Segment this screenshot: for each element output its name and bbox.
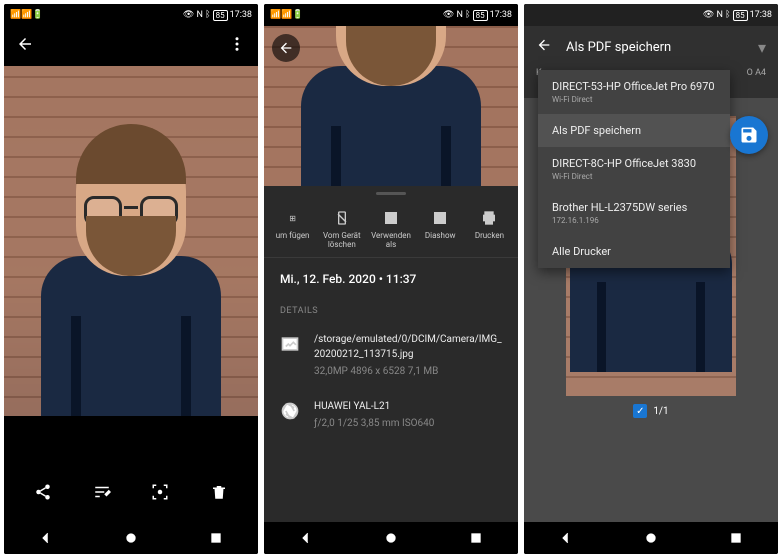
photo-cropped [264, 26, 518, 186]
nav-back-icon[interactable] [298, 530, 314, 546]
phone-photo-viewer: 📶📶🔋 👁 N ᛒ8517:38 [4, 4, 258, 554]
printer-option-all[interactable]: Alle Drucker [538, 235, 730, 268]
phone-print-dialog: 👁 N ᛒ8517:38 Als PDF speichern ▾ KopO A4… [524, 4, 778, 554]
navigation-bar [264, 522, 518, 554]
nav-back-icon[interactable] [38, 530, 54, 546]
share-button[interactable] [34, 483, 52, 501]
back-icon[interactable] [16, 35, 34, 57]
save-pdf-fab[interactable] [730, 116, 768, 154]
detail-camera: HUAWEI YAL-L21ƒ/2,0 1/25 3,85 mm ISO640 [264, 389, 518, 441]
navigation-bar [524, 522, 778, 554]
phone-details-sheet: 📶📶🔋 👁 N ᛒ8517:38 ⊞um fügen Vom Gerät lös… [264, 4, 518, 554]
bottom-sheet: ⊞um fügen Vom Gerät löschen Verwenden al… [264, 186, 518, 522]
lens-button[interactable] [151, 483, 169, 501]
checkbox-icon[interactable]: ✓ [633, 404, 647, 418]
delete-device-button[interactable]: Vom Gerät löschen [317, 209, 366, 249]
printer-option[interactable]: DIRECT-53-HP OfficeJet Pro 6970Wi-Fi Dir… [538, 70, 730, 114]
nav-recent-icon[interactable] [468, 530, 484, 546]
printer-option[interactable]: DIRECT-8C-HP OfficeJet 3830Wi-Fi Direct [538, 147, 730, 191]
nav-home-icon[interactable] [383, 530, 399, 546]
more-icon[interactable] [228, 35, 246, 57]
delete-button[interactable] [210, 483, 228, 501]
nav-back-icon[interactable] [558, 530, 574, 546]
print-button[interactable]: Drucken [465, 209, 514, 249]
back-icon[interactable] [272, 34, 300, 62]
drag-handle-icon[interactable] [376, 192, 406, 195]
printer-option-pdf[interactable]: Als PDF speichern [538, 114, 730, 147]
print-header[interactable]: Als PDF speichern ▾ [524, 26, 778, 68]
details-header: DETAILS [264, 300, 518, 322]
nav-home-icon[interactable] [123, 530, 139, 546]
edit-button[interactable] [93, 483, 111, 501]
status-bar: 📶📶🔋 👁 N ᛒ8517:38 [4, 4, 258, 26]
detail-file: /storage/emulated/0/DCIM/Camera/IMG_2020… [264, 322, 518, 389]
chevron-down-icon[interactable]: ▾ [758, 38, 766, 57]
photo[interactable] [4, 66, 258, 416]
back-icon[interactable] [536, 37, 552, 57]
slideshow-button[interactable]: Diashow [416, 209, 465, 249]
printer-option[interactable]: Brother HL-L2375DW series172.16.1.196 [538, 191, 730, 235]
page-indicator: ✓ 1/1 [633, 404, 668, 418]
aperture-icon [280, 401, 300, 421]
nav-recent-icon[interactable] [728, 530, 744, 546]
status-bar: 👁 N ᛒ8517:38 [524, 4, 778, 26]
use-as-button[interactable]: Verwenden als [366, 209, 415, 249]
printer-dropdown: DIRECT-53-HP OfficeJet Pro 6970Wi-Fi Dir… [538, 70, 730, 268]
nav-home-icon[interactable] [643, 530, 659, 546]
navigation-bar [4, 522, 258, 554]
image-icon [280, 334, 300, 354]
print-title: Als PDF speichern [566, 40, 744, 55]
status-bar: 📶📶🔋 👁 N ᛒ8517:38 [264, 4, 518, 26]
photo-datetime: Mi., 12. Feb. 2020 • 11:37 [264, 258, 518, 300]
add-to-button[interactable]: ⊞um fügen [268, 209, 317, 249]
nav-recent-icon[interactable] [208, 530, 224, 546]
